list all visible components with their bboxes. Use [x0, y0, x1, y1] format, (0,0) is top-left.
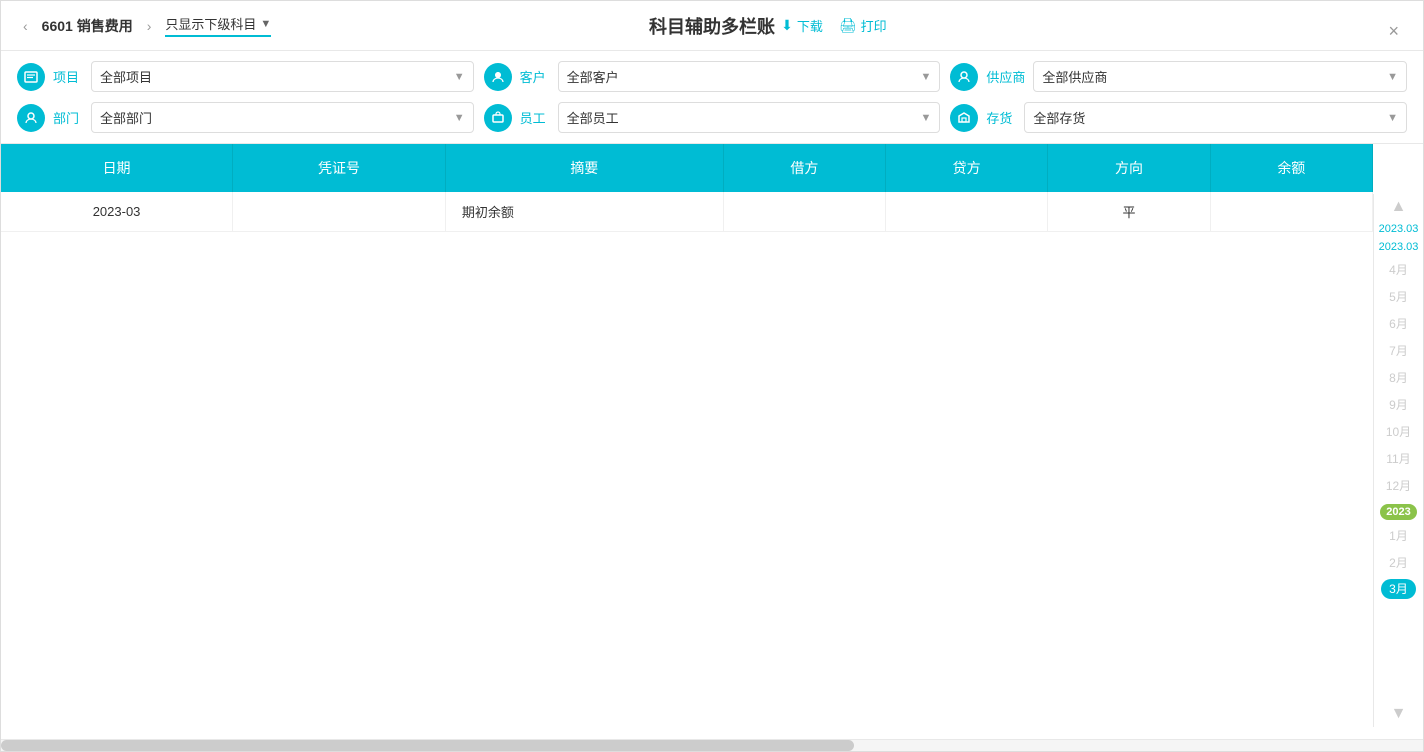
cell-summary: 期初余额	[445, 192, 723, 232]
department-icon	[17, 104, 45, 132]
chevron-down-icon: ▼	[454, 112, 465, 124]
timeline-item[interactable]: 1月	[1374, 522, 1423, 549]
year-badge: 2023	[1380, 504, 1416, 520]
timeline-item[interactable]: 4月	[1374, 256, 1423, 283]
col-direction: 方向	[1048, 144, 1210, 192]
timeline-item[interactable]: 2023.03	[1374, 220, 1423, 238]
title-bar-right: ⬇ 下载 🖨 打印	[781, 16, 887, 35]
cell-voucher	[233, 192, 446, 232]
col-date: 日期	[1, 144, 233, 192]
timeline-item[interactable]: 7月	[1374, 337, 1423, 364]
show-sub-label: 只显示下级科目	[165, 14, 256, 33]
account-code: 6601 销售费用	[42, 16, 133, 36]
cell-balance	[1210, 192, 1372, 232]
employee-icon	[484, 104, 512, 132]
col-credit: 贷方	[886, 144, 1048, 192]
supplier-select[interactable]: 全部供应商 ▼	[1033, 61, 1407, 92]
customer-select[interactable]: 全部客户 ▼	[558, 61, 941, 92]
chevron-down-icon: ▼	[920, 112, 931, 124]
chevron-down-icon: ▼	[920, 71, 931, 83]
employee-label: 员工	[520, 108, 550, 127]
timeline-item[interactable]: 5月	[1374, 283, 1423, 310]
filter-department: 部门 全部部门 ▼	[17, 102, 474, 133]
customer-icon	[484, 63, 512, 91]
print-button[interactable]: 🖨 打印	[839, 16, 887, 35]
main-window: ‹ 6601 销售费用 › 只显示下级科目 ▼ 科目辅助多栏账 ⬇ 下载 🖨 打…	[0, 0, 1424, 752]
scroll-thumb[interactable]	[1, 740, 854, 751]
employee-select[interactable]: 全部员工 ▼	[558, 102, 941, 133]
col-balance: 余额	[1210, 144, 1372, 192]
cell-direction: 平	[1048, 192, 1210, 232]
right-timeline: ▲ 2023.03 2023.03 4月 5月 6月 7月 8月 9月 10月 …	[1373, 194, 1423, 727]
timeline-item[interactable]: 2023.03	[1374, 238, 1423, 256]
inventory-label: 存货	[986, 108, 1016, 127]
active-month-badge[interactable]: 3月	[1381, 579, 1416, 599]
next-account-button[interactable]: ›	[141, 16, 158, 36]
chevron-down-icon: ▼	[1387, 112, 1398, 124]
close-button[interactable]: ×	[1388, 21, 1399, 42]
timeline-item[interactable]: 9月	[1374, 391, 1423, 418]
col-summary: 摘要	[445, 144, 723, 192]
print-icon: 🖨	[839, 17, 857, 34]
chevron-down-icon: ▼	[260, 18, 271, 30]
timeline-down-button[interactable]: ▼	[1387, 701, 1411, 727]
timeline-item[interactable]: 2月	[1374, 549, 1423, 576]
horizontal-scrollbar[interactable]	[1, 739, 1423, 751]
filter-customer: 客户 全部客户 ▼	[484, 61, 941, 92]
timeline-up-button[interactable]: ▲	[1387, 194, 1411, 220]
chevron-down-icon: ▼	[454, 71, 465, 83]
table-header-row: 日期 凭证号 摘要 借方 贷方 方向 余额	[1, 144, 1373, 192]
project-icon	[17, 63, 45, 91]
timeline-item[interactable]: 8月	[1374, 364, 1423, 391]
inventory-icon	[950, 104, 978, 132]
supplier-icon	[950, 63, 978, 91]
inventory-select[interactable]: 全部存货 ▼	[1024, 102, 1407, 133]
project-label: 项目	[53, 67, 83, 86]
department-label: 部门	[53, 108, 83, 127]
title-bar-left: ‹ 6601 销售费用 › 只显示下级科目 ▼	[17, 14, 271, 37]
filter-inventory: 存货 全部存货 ▼	[950, 102, 1407, 133]
cell-date: 2023-03	[1, 192, 233, 232]
download-button[interactable]: ⬇ 下载	[781, 16, 823, 35]
download-icon: ⬇	[781, 17, 793, 34]
col-voucher: 凭证号	[233, 144, 446, 192]
ledger-table: 日期 凭证号 摘要 借方 贷方 方向 余额 2023-03 期初余额	[1, 144, 1373, 232]
title-bar: ‹ 6601 销售费用 › 只显示下级科目 ▼ 科目辅助多栏账 ⬇ 下载 🖨 打…	[1, 1, 1423, 51]
table-row: 2023-03 期初余额 平	[1, 192, 1373, 232]
supplier-label: 供应商	[986, 67, 1025, 86]
project-select[interactable]: 全部项目 ▼	[91, 61, 474, 92]
filter-employee: 员工 全部员工 ▼	[484, 102, 941, 133]
department-select[interactable]: 全部部门 ▼	[91, 102, 474, 133]
filter-project: 项目 全部项目 ▼	[17, 61, 474, 92]
timeline-item[interactable]: 12月	[1374, 472, 1423, 499]
timeline-item[interactable]: 11月	[1374, 445, 1423, 472]
table-area: 日期 凭证号 摘要 借方 贷方 方向 余额 2023-03 期初余额	[1, 144, 1373, 739]
page-title: 科目辅助多栏账	[649, 13, 775, 39]
timeline-item[interactable]: 10月	[1374, 418, 1423, 445]
cell-debit	[723, 192, 885, 232]
cell-credit	[886, 192, 1048, 232]
timeline-item[interactable]: 6月	[1374, 310, 1423, 337]
col-debit: 借方	[723, 144, 885, 192]
customer-label: 客户	[520, 67, 550, 86]
filter-supplier: 供应商 全部供应商 ▼	[950, 61, 1407, 92]
chevron-down-icon: ▼	[1387, 71, 1398, 83]
prev-account-button[interactable]: ‹	[17, 16, 34, 36]
filter-area: 项目 全部项目 ▼ 客户 全部客户 ▼ 供应商 全部供应商 ▼	[1, 51, 1423, 144]
show-sub-toggle[interactable]: 只显示下级科目 ▼	[165, 14, 271, 37]
